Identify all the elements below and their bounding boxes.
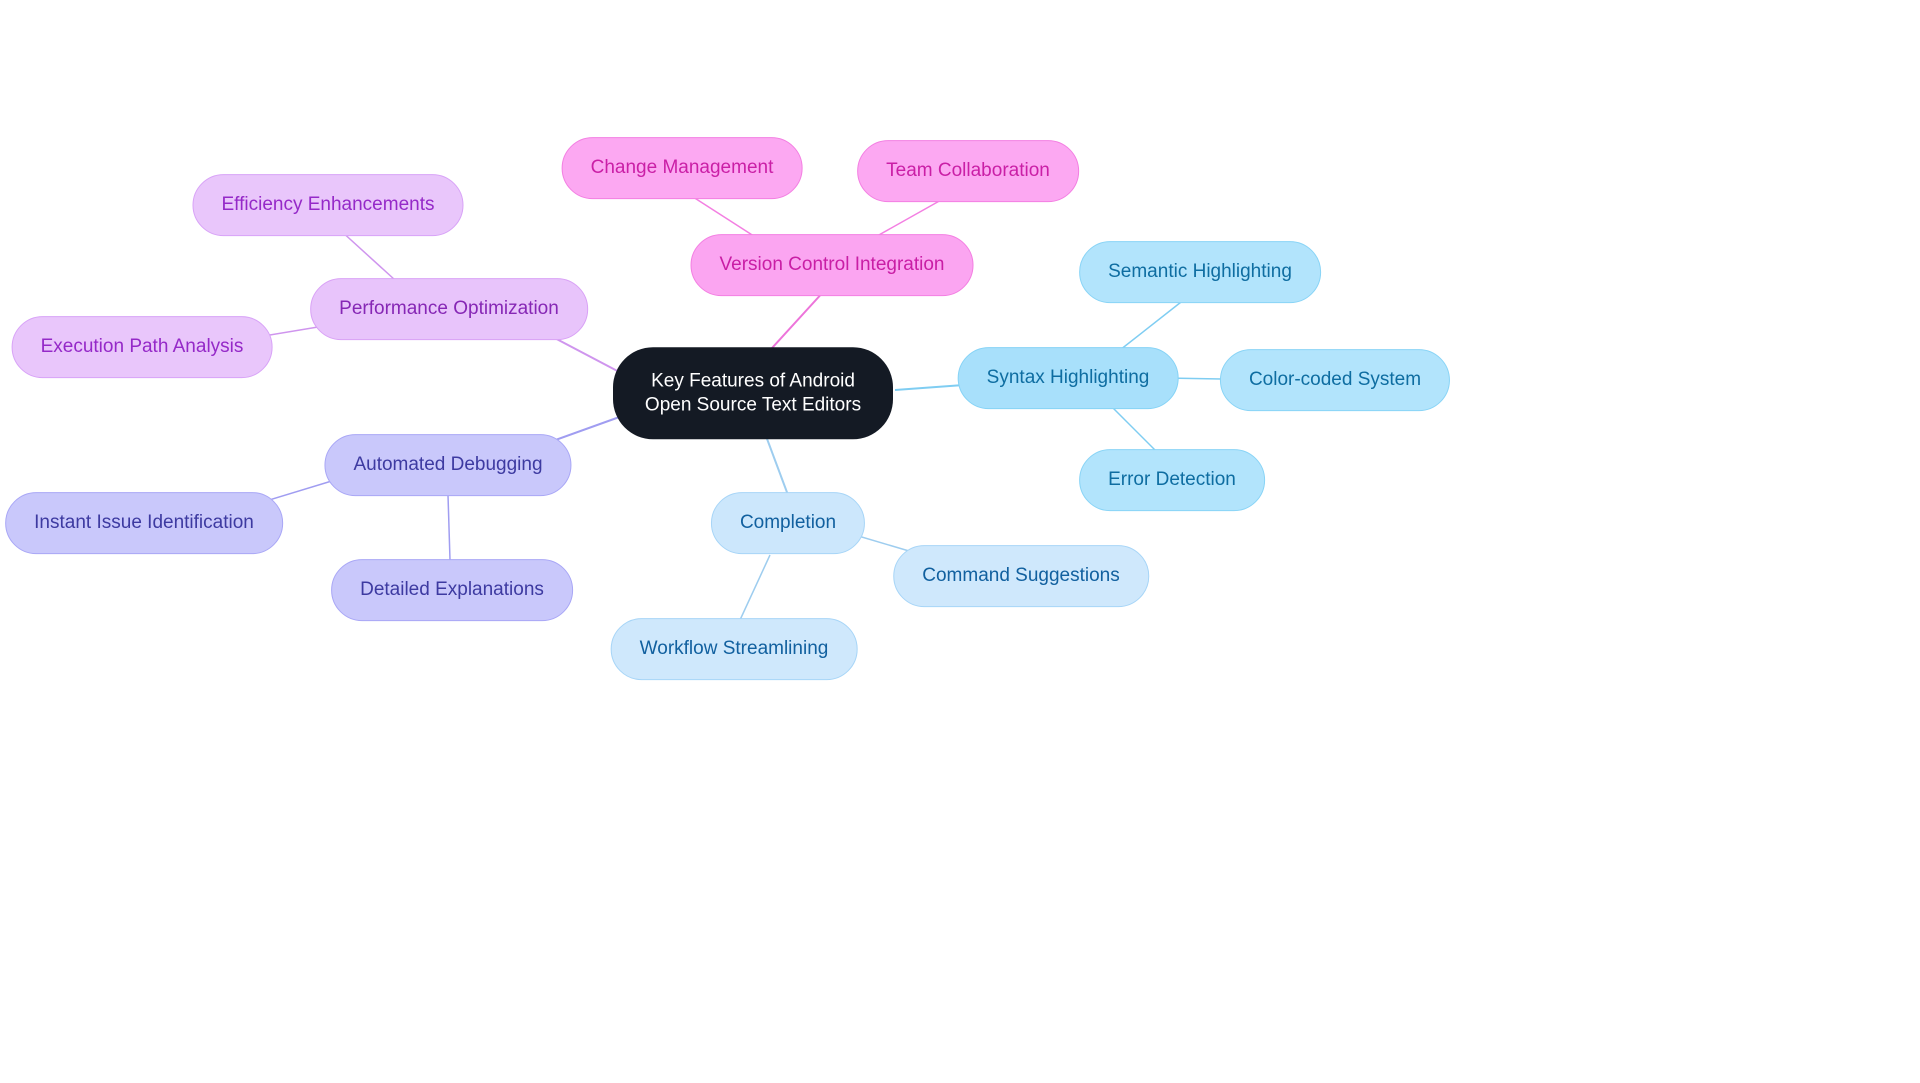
leaf-label: Instant Issue Identification (34, 511, 254, 535)
leaf-label: Error Detection (1108, 468, 1236, 492)
leaf-label: Detailed Explanations (360, 578, 544, 602)
leaf-label: Semantic Highlighting (1108, 260, 1292, 284)
branch-performance-optimization[interactable]: Performance Optimization (310, 278, 588, 340)
leaf-label: Color-coded System (1249, 368, 1421, 392)
leaf-label: Change Management (591, 156, 774, 180)
leaf-execution-path[interactable]: Execution Path Analysis (12, 316, 273, 378)
leaf-error-detection[interactable]: Error Detection (1079, 449, 1265, 511)
leaf-label: Command Suggestions (922, 564, 1120, 588)
leaf-change-management[interactable]: Change Management (562, 137, 803, 199)
leaf-team-collaboration[interactable]: Team Collaboration (857, 140, 1079, 202)
branch-label: Completion (740, 511, 836, 535)
leaf-instant-issue[interactable]: Instant Issue Identification (5, 492, 283, 554)
branch-label: Automated Debugging (353, 453, 542, 477)
branch-label: Performance Optimization (339, 297, 559, 321)
branch-version-control[interactable]: Version Control Integration (691, 234, 974, 296)
branch-label: Version Control Integration (720, 253, 945, 277)
leaf-label: Execution Path Analysis (41, 335, 244, 359)
branch-syntax-highlighting[interactable]: Syntax Highlighting (958, 347, 1179, 409)
leaf-label: Workflow Streamlining (640, 637, 829, 661)
branch-label: Syntax Highlighting (987, 366, 1150, 390)
leaf-efficiency-enhancements[interactable]: Efficiency Enhancements (193, 174, 464, 236)
leaf-label: Team Collaboration (886, 159, 1050, 183)
center-label: Key Features of Android Open Source Text… (643, 369, 863, 417)
leaf-detailed-explanations[interactable]: Detailed Explanations (331, 559, 573, 621)
branch-automated-debugging[interactable]: Automated Debugging (324, 434, 571, 496)
branch-completion[interactable]: Completion (711, 492, 865, 554)
leaf-color-coded[interactable]: Color-coded System (1220, 349, 1450, 411)
leaf-workflow-streamlining[interactable]: Workflow Streamlining (611, 618, 858, 680)
leaf-command-suggestions[interactable]: Command Suggestions (893, 545, 1149, 607)
center-node[interactable]: Key Features of Android Open Source Text… (613, 347, 893, 439)
leaf-label: Efficiency Enhancements (222, 193, 435, 217)
leaf-semantic-highlighting[interactable]: Semantic Highlighting (1079, 241, 1321, 303)
